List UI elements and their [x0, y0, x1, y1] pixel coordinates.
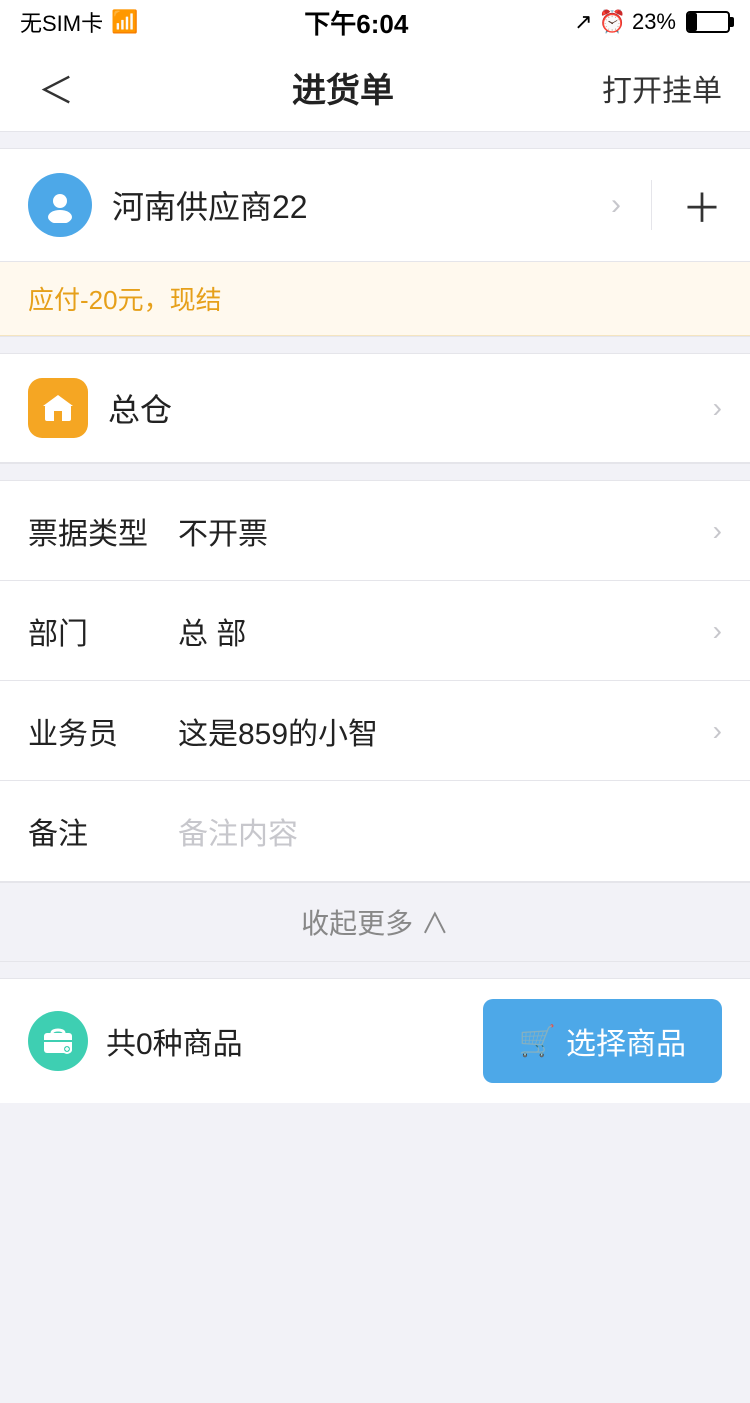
salesperson-value: 这是859的小智 [168, 709, 703, 753]
warehouse-name: 总仓 [108, 385, 703, 431]
department-chevron-icon: › [713, 615, 722, 647]
supplier-divider [651, 180, 652, 230]
select-goods-icon: 🛒 [519, 1024, 556, 1059]
salesperson-chevron-icon: › [713, 715, 722, 747]
battery-percentage: 23% [632, 9, 676, 35]
department-value: 总 部 [168, 609, 703, 653]
warehouse-icon [28, 378, 88, 438]
invoice-type-value: 不开票 [168, 509, 703, 553]
signal-text: 无SIM卡 [20, 6, 103, 38]
battery-icon [686, 11, 730, 33]
notice-text: 应付-20元，现结 [28, 285, 222, 315]
bottom-bar: 共0种商品 🛒 选择商品 [0, 978, 750, 1103]
section-gap-1 [0, 132, 750, 148]
open-pending-button[interactable]: 打开挂单 [602, 66, 722, 110]
salesperson-row[interactable]: 业务员 这是859的小智 › [0, 681, 750, 781]
status-left: 无SIM卡 📶 [20, 6, 139, 38]
collapse-text: 收起更多 ∧ [301, 902, 449, 942]
supplier-row[interactable]: 河南供应商22 › ＋ [0, 149, 750, 262]
back-button[interactable]: ＜ [28, 52, 84, 124]
goods-count: 共0种商品 [106, 1019, 483, 1063]
select-goods-button[interactable]: 🛒 选择商品 [483, 999, 722, 1083]
form-section: 票据类型 不开票 › 部门 总 部 › 业务员 这是859的小智 › 备注 备注… [0, 480, 750, 882]
supplier-section: 河南供应商22 › ＋ 应付-20元，现结 [0, 148, 750, 337]
wifi-icon: 📶 [111, 9, 138, 35]
status-bar: 无SIM卡 📶 下午6:04 ↗ ⏰ 23% [0, 0, 750, 44]
supplier-chevron-icon: › [611, 188, 621, 222]
warehouse-chevron-icon: › [713, 392, 722, 424]
status-right: ↗ ⏰ 23% [574, 9, 730, 35]
alarm-icon: ⏰ [599, 9, 626, 35]
invoice-type-row[interactable]: 票据类型 不开票 › [0, 481, 750, 581]
select-goods-label: 选择商品 [566, 1019, 686, 1063]
section-gap-2 [0, 337, 750, 353]
remark-row[interactable]: 备注 备注内容 [0, 781, 750, 881]
department-label: 部门 [28, 609, 168, 653]
supplier-name: 河南供应商22 [112, 182, 611, 228]
salesperson-label: 业务员 [28, 709, 168, 753]
time-display: 下午6:04 [304, 4, 408, 41]
warehouse-section: 总仓 › [0, 353, 750, 464]
notice-banner: 应付-20元，现结 [0, 262, 750, 336]
invoice-type-chevron-icon: › [713, 515, 722, 547]
goods-icon [28, 1011, 88, 1071]
supplier-avatar [28, 173, 92, 237]
section-gap-3 [0, 464, 750, 480]
collapse-row[interactable]: 收起更多 ∧ [0, 882, 750, 962]
remark-label: 备注 [28, 809, 168, 853]
warehouse-row[interactable]: 总仓 › [0, 354, 750, 463]
invoice-type-label: 票据类型 [28, 509, 168, 553]
add-supplier-button[interactable]: ＋ [682, 176, 722, 234]
page-title: 进货单 [292, 63, 394, 112]
location-icon: ↗ [574, 9, 592, 35]
nav-bar: ＜ 进货单 打开挂单 [0, 44, 750, 132]
remark-placeholder: 备注内容 [168, 809, 722, 853]
page-bg [0, 1103, 750, 1403]
department-row[interactable]: 部门 总 部 › [0, 581, 750, 681]
